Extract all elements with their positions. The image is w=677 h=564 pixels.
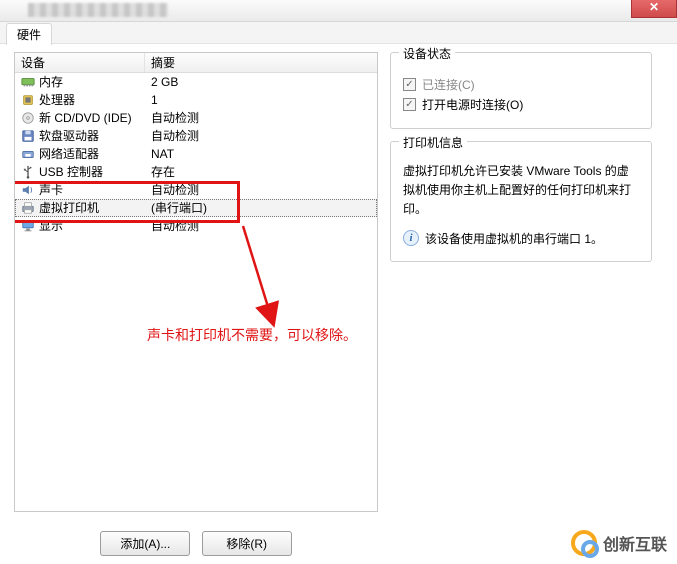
col-summary: 摘要 <box>145 53 377 72</box>
checkbox-label: 已连接(C) <box>422 76 475 93</box>
info-icon: i <box>403 230 419 246</box>
printer-note: 该设备使用虚拟机的串行端口 1。 <box>425 230 603 249</box>
group-title: 打印机信息 <box>399 134 467 151</box>
device-summary: 1 <box>145 91 377 109</box>
tab-bar: 硬件 <box>0 22 677 44</box>
device-name: 处理器 <box>39 91 75 109</box>
checkbox-icon: ✓ <box>403 98 416 111</box>
device-name: 网络适配器 <box>39 145 99 163</box>
add-button[interactable]: 添加(A)... <box>100 531 190 556</box>
device-name: USB 控制器 <box>39 163 103 181</box>
printer-icon <box>21 201 35 215</box>
hardware-row[interactable]: 声卡 自动检测 <box>15 181 377 199</box>
close-window-button[interactable]: ✕ <box>631 0 677 18</box>
col-device: 设备 <box>15 53 145 72</box>
tab-hardware[interactable]: 硬件 <box>6 23 52 45</box>
device-summary: 2 GB <box>145 73 377 91</box>
hardware-row[interactable]: 网络适配器 NAT <box>15 145 377 163</box>
hardware-row[interactable]: USB 控制器 存在 <box>15 163 377 181</box>
device-name: 新 CD/DVD (IDE) <box>39 109 132 127</box>
device-summary: 存在 <box>145 163 377 181</box>
floppy-icon <box>21 129 35 143</box>
window-titlebar: ✕ <box>0 0 677 22</box>
hardware-row[interactable]: 虚拟打印机 (串行端口) <box>15 199 377 217</box>
device-name: 声卡 <box>39 181 63 199</box>
brand-text: 创新互联 <box>603 531 667 555</box>
usb-icon <box>21 165 35 179</box>
hardware-list: 设备 摘要 内存2 GB处理器1新 CD/DVD (IDE)自动检测软盘驱动器自… <box>14 52 378 512</box>
hardware-row[interactable]: 内存 2 GB <box>15 73 377 91</box>
checkbox-connected: ✓ 已连接(C) <box>403 76 639 93</box>
hardware-list-header: 设备 摘要 <box>15 53 377 73</box>
brand-mark-icon <box>571 530 597 556</box>
memory-icon <box>21 75 35 89</box>
brand-logo: 创新互联 <box>571 530 667 556</box>
device-name: 内存 <box>39 73 63 91</box>
device-summary: NAT <box>145 145 377 163</box>
group-device-status: 设备状态 ✓ 已连接(C) ✓ 打开电源时连接(O) <box>390 52 652 129</box>
checkbox-icon: ✓ <box>403 78 416 91</box>
disc-icon <box>21 111 35 125</box>
device-name: 显示 <box>39 217 63 235</box>
remove-button[interactable]: 移除(R) <box>202 531 292 556</box>
printer-desc: 虚拟打印机允许已安装 VMware Tools 的虚拟机使用你主机上配置好的任何… <box>403 162 639 220</box>
blurred-title <box>28 3 168 17</box>
hardware-row[interactable]: 软盘驱动器 自动检测 <box>15 127 377 145</box>
checkbox-connect-on-poweron[interactable]: ✓ 打开电源时连接(O) <box>403 96 639 113</box>
group-printer-info: 打印机信息 虚拟打印机允许已安装 VMware Tools 的虚拟机使用你主机上… <box>390 141 652 262</box>
device-name: 虚拟打印机 <box>39 199 99 217</box>
device-summary: 自动检测 <box>145 217 377 235</box>
annotation-text: 声卡和打印机不需要，可以移除。 <box>147 325 357 345</box>
group-title: 设备状态 <box>399 45 455 62</box>
device-summary: (串行端口) <box>145 199 377 217</box>
display-icon <box>21 219 35 233</box>
cpu-icon <box>21 93 35 107</box>
device-summary: 自动检测 <box>145 109 377 127</box>
nic-icon <box>21 147 35 161</box>
hardware-row[interactable]: 显示 自动检测 <box>15 217 377 235</box>
device-name: 软盘驱动器 <box>39 127 99 145</box>
sound-icon <box>21 183 35 197</box>
device-summary: 自动检测 <box>145 127 377 145</box>
device-summary: 自动检测 <box>145 181 377 199</box>
hardware-row[interactable]: 新 CD/DVD (IDE) 自动检测 <box>15 109 377 127</box>
hardware-row[interactable]: 处理器 1 <box>15 91 377 109</box>
checkbox-label: 打开电源时连接(O) <box>422 96 523 113</box>
